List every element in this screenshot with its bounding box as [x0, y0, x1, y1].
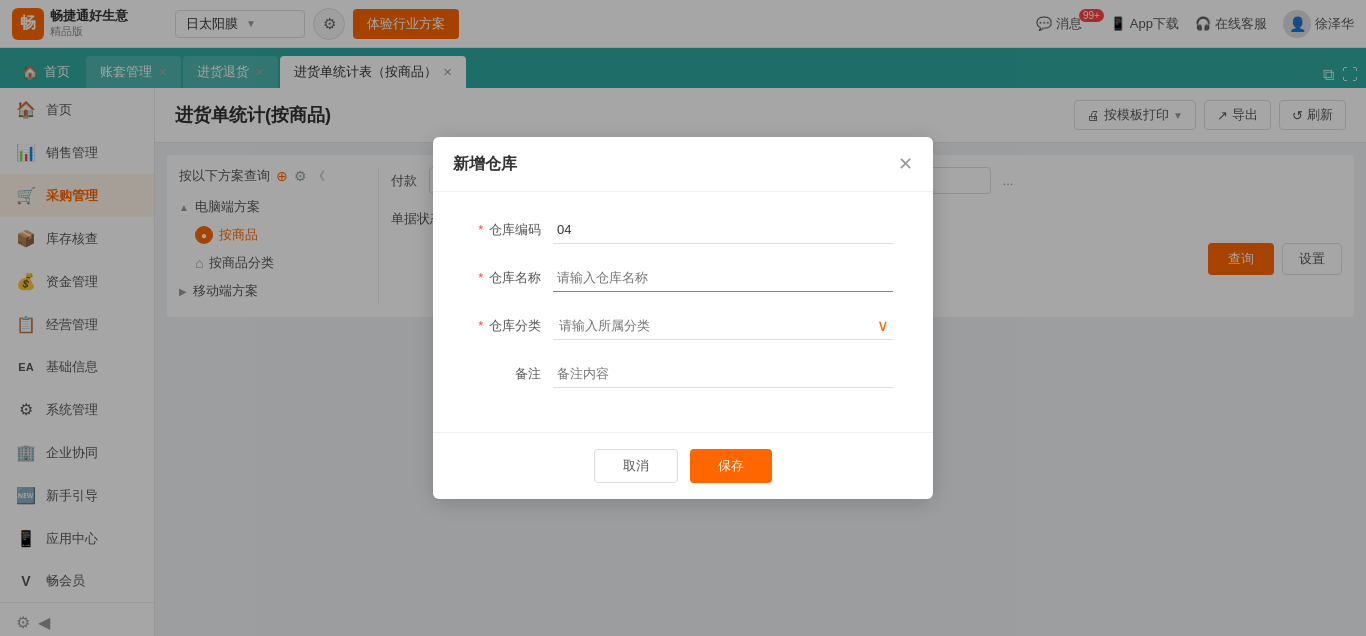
category-label: * 仓库分类 [473, 317, 553, 335]
add-warehouse-modal: 新增仓库 ✕ * 仓库编码 * 仓库名称 [433, 137, 933, 499]
name-required-mark: * [478, 270, 483, 285]
modal-header: 新增仓库 ✕ [433, 137, 933, 192]
category-chevron-icon: ∨ [877, 316, 889, 335]
name-label: * 仓库名称 [473, 269, 553, 287]
remark-label: 备注 [473, 365, 553, 383]
code-required-mark: * [478, 222, 483, 237]
form-row-name: * 仓库名称 [473, 264, 893, 292]
modal-close-icon[interactable]: ✕ [898, 153, 913, 175]
form-row-code: * 仓库编码 [473, 216, 893, 244]
modal-overlay: 新增仓库 ✕ * 仓库编码 * 仓库名称 [0, 0, 1366, 636]
category-select-container[interactable]: ∨ [553, 312, 893, 340]
warehouse-code-input[interactable] [553, 216, 893, 244]
cancel-button[interactable]: 取消 [594, 449, 678, 483]
warehouse-name-input[interactable] [553, 264, 893, 292]
category-select-input[interactable] [557, 316, 877, 335]
code-label: * 仓库编码 [473, 221, 553, 239]
form-row-remark: 备注 [473, 360, 893, 388]
modal-footer: 取消 保存 [433, 432, 933, 499]
save-button[interactable]: 保存 [690, 449, 772, 483]
modal-title: 新增仓库 [453, 154, 517, 175]
form-row-category: * 仓库分类 ∨ [473, 312, 893, 340]
category-required-mark: * [478, 318, 483, 333]
remark-input[interactable] [553, 360, 893, 388]
modal-body: * 仓库编码 * 仓库名称 * 仓库分类 [433, 192, 933, 432]
